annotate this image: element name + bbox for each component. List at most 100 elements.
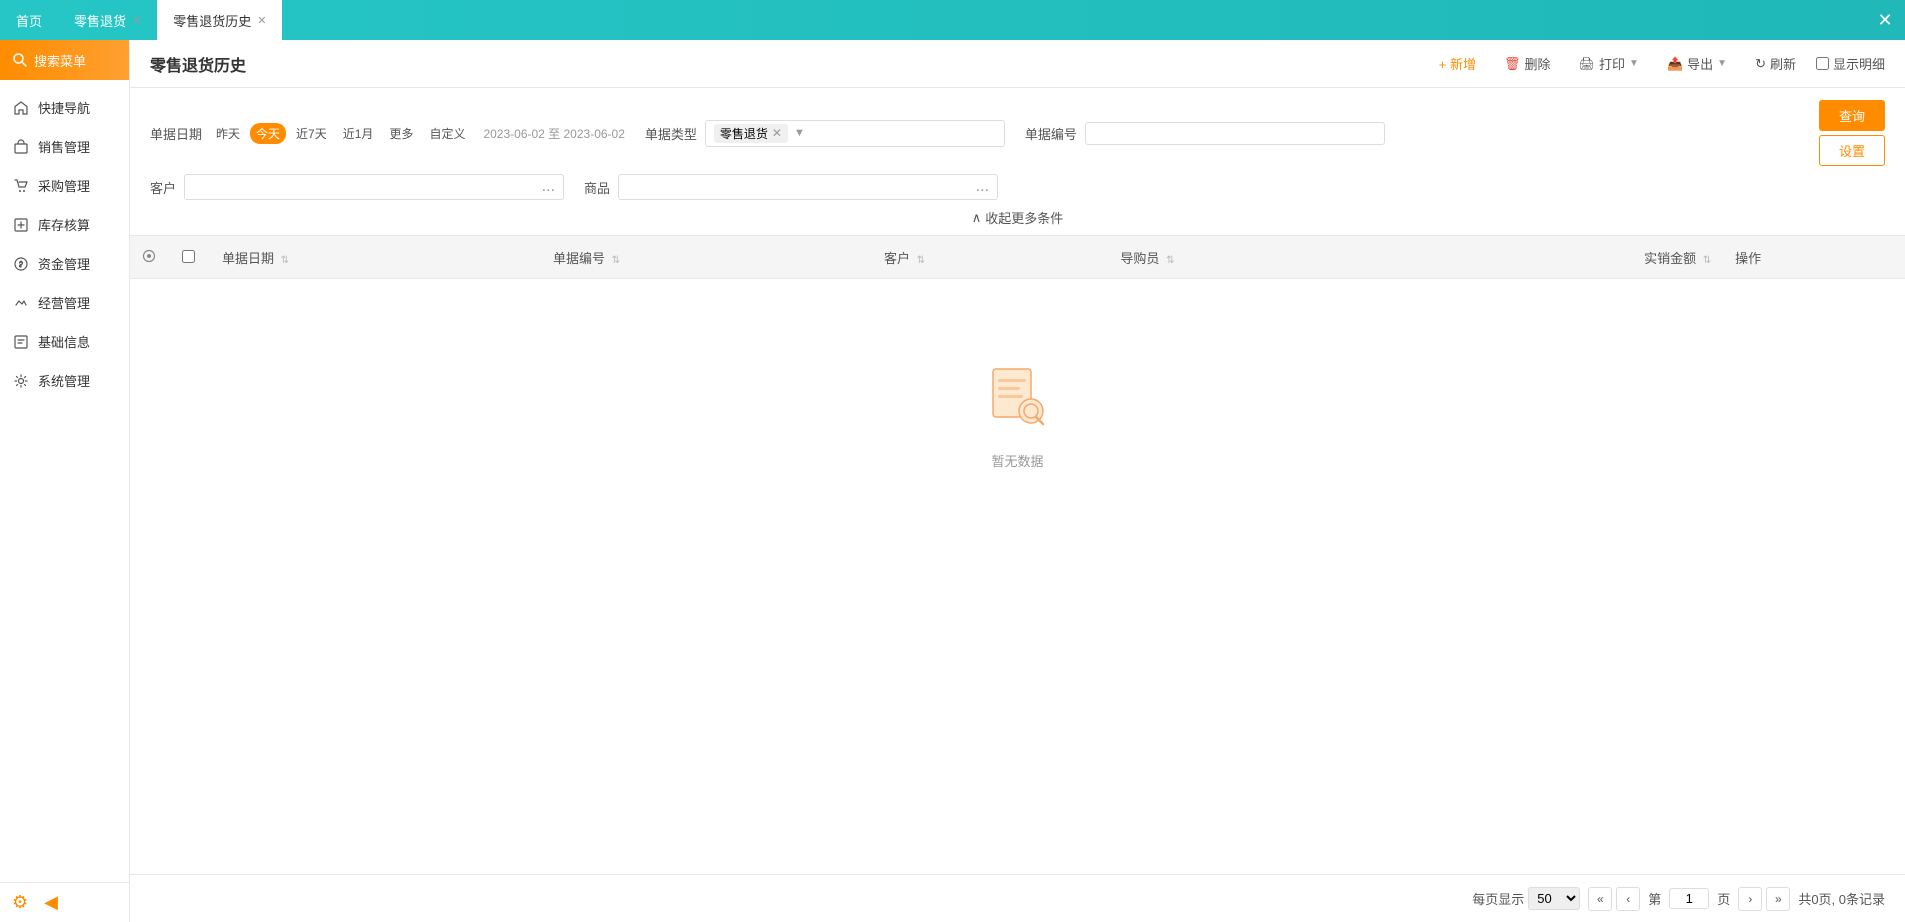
sidebar-item-quick-nav-label: 快捷导航: [38, 98, 90, 117]
tab-retail-return-history-close[interactable]: ✕: [257, 14, 266, 27]
sidebar-search[interactable]: 搜索菜单: [0, 40, 129, 80]
next-page-button[interactable]: ›: [1738, 887, 1762, 911]
empty-state: 暂无数据: [130, 279, 1905, 510]
sidebar: 搜索菜单 快捷导航 销售管理: [0, 40, 130, 922]
voucher-type-select[interactable]: 零售退货 ✕ ▼: [705, 120, 1005, 147]
tab-retail-return[interactable]: 零售退货 ✕: [58, 0, 157, 40]
total-info: 共0页, 0条记录: [1798, 889, 1885, 908]
prev-page-button[interactable]: ‹: [1616, 887, 1640, 911]
table-header-date[interactable]: 单据日期 ⇅: [210, 238, 541, 278]
date-shortcut-more[interactable]: 更多: [383, 123, 419, 144]
sidebar-item-purchase-mgmt[interactable]: 采购管理: [0, 166, 129, 205]
pagination: 每页显示 10 20 50 100 « ‹ 第 页 › » 共0页, 0条记录: [130, 874, 1905, 922]
goods-filter: 商品 ...: [584, 174, 998, 200]
customer-select[interactable]: ...: [184, 174, 564, 200]
col-guide-sort: ⇅: [1166, 255, 1174, 266]
refresh-button[interactable]: ↻ 刷新: [1747, 50, 1804, 77]
export-button-label: 导出: [1687, 54, 1713, 73]
sidebar-item-inventory[interactable]: 库存核算: [0, 205, 129, 244]
page-number-input[interactable]: [1669, 888, 1709, 909]
delete-icon: 🗑: [1504, 56, 1521, 72]
col-date-sort: ⇅: [281, 255, 289, 266]
customer-filter: 客户 ...: [150, 174, 564, 200]
query-button[interactable]: 查询: [1819, 100, 1885, 131]
purchase-icon: [12, 177, 30, 195]
table-header-customer[interactable]: 客户 ⇅: [872, 238, 1108, 278]
sidebar-item-finance[interactable]: 资金管理: [0, 244, 129, 283]
show-detail-checkbox-label[interactable]: 显示明细: [1816, 54, 1885, 73]
date-shortcut-today[interactable]: 今天: [250, 123, 286, 144]
voucher-type-select-arrow: ▼: [794, 127, 805, 139]
goods-dots-icon[interactable]: ...: [976, 178, 989, 196]
table-header-amount[interactable]: 实销金额 ⇅: [1392, 238, 1723, 278]
table-header-settings[interactable]: [130, 238, 170, 278]
filter-row-1: 单据日期 昨天 今天 近7天 近1月 更多 自定义 2023-06-02 至 2…: [150, 100, 1885, 166]
sidebar-item-operations[interactable]: 经营管理: [0, 283, 129, 322]
col-amount-sort: ⇅: [1703, 255, 1711, 266]
sidebar-item-sales-mgmt[interactable]: 销售管理: [0, 127, 129, 166]
date-shortcut-custom[interactable]: 自定义: [423, 123, 471, 144]
goods-select[interactable]: ...: [618, 174, 998, 200]
new-button[interactable]: + 新增: [1431, 50, 1484, 77]
sidebar-item-inventory-label: 库存核算: [38, 215, 90, 234]
finance-icon: [12, 255, 30, 273]
customer-dots-icon[interactable]: ...: [542, 178, 555, 196]
print-dropdown-icon: ▼: [1629, 58, 1639, 69]
select-all-checkbox[interactable]: [182, 250, 195, 263]
tab-home[interactable]: 首页: [0, 0, 58, 40]
export-button[interactable]: 📤 导出 ▼: [1659, 50, 1735, 77]
voucher-type-tag-close[interactable]: ✕: [772, 126, 782, 140]
show-detail-label: 显示明细: [1833, 54, 1885, 73]
settings-gear-icon[interactable]: ⚙: [12, 892, 28, 913]
delete-button[interactable]: 🗑 删除: [1496, 50, 1559, 77]
col-no-label: 单据编号: [553, 251, 605, 266]
volume-icon[interactable]: ◀: [44, 892, 58, 913]
page-label-before: 第: [1648, 889, 1661, 908]
col-customer-sort: ⇅: [917, 255, 925, 266]
home-icon: [12, 99, 30, 117]
table-header-no[interactable]: 单据编号 ⇅: [541, 238, 872, 278]
sidebar-item-finance-label: 资金管理: [38, 254, 90, 273]
sidebar-item-sales-mgmt-label: 销售管理: [38, 137, 90, 156]
last-page-button[interactable]: »: [1766, 887, 1790, 911]
tab-retail-return-close[interactable]: ✕: [132, 14, 141, 27]
voucher-type-tag: 零售退货 ✕: [714, 124, 788, 143]
page-title: 零售退货历史: [150, 52, 246, 76]
table-header-checkbox[interactable]: [170, 238, 210, 278]
export-icon: 📤: [1667, 56, 1683, 72]
col-date-label: 单据日期: [222, 251, 274, 266]
table-header-guide[interactable]: 导购员 ⇅: [1108, 238, 1392, 278]
col-no-sort: ⇅: [612, 255, 620, 266]
sidebar-search-label: 搜索菜单: [34, 51, 86, 70]
export-dropdown-icon: ▼: [1717, 58, 1727, 69]
top-bar: 首页 零售退货 ✕ 零售退货历史 ✕ ✕: [0, 0, 1905, 40]
col-guide-label: 导购员: [1120, 251, 1159, 266]
sidebar-bottom: ⚙ ◀: [0, 882, 129, 922]
tab-retail-return-label: 零售退货: [74, 11, 126, 30]
sidebar-item-system[interactable]: 系统管理: [0, 361, 129, 400]
date-shortcut-yesterday[interactable]: 昨天: [210, 123, 246, 144]
print-button[interactable]: 🖨 打印 ▼: [1571, 50, 1647, 77]
settings-button[interactable]: 设置: [1819, 135, 1885, 166]
date-shortcut-7days[interactable]: 近7天: [290, 123, 333, 144]
search-icon: [12, 52, 28, 68]
show-detail-checkbox[interactable]: [1816, 57, 1829, 70]
collapse-button[interactable]: ∧ 收起更多条件: [972, 208, 1064, 227]
first-page-button[interactable]: «: [1588, 887, 1612, 911]
system-icon: [12, 372, 30, 390]
sidebar-item-basic-info[interactable]: 基础信息: [0, 322, 129, 361]
collapse-label: 收起更多条件: [985, 208, 1063, 227]
main-layout: 搜索菜单 快捷导航 销售管理: [0, 40, 1905, 922]
voucher-no-input[interactable]: [1085, 122, 1385, 145]
page-size-dropdown[interactable]: 10 20 50 100: [1528, 887, 1580, 910]
empty-icon: [978, 359, 1058, 439]
tab-retail-return-history[interactable]: 零售退货历史 ✕: [157, 0, 282, 40]
print-button-label: 打印: [1599, 54, 1625, 73]
refresh-button-label: 刷新: [1770, 54, 1796, 73]
empty-text: 暂无数据: [991, 451, 1043, 470]
content-area: 零售退货历史 + 新增 🗑 删除 🖨 打印 ▼ 📤 导出 ▼: [130, 40, 1905, 922]
date-shortcut-1month[interactable]: 近1月: [337, 123, 380, 144]
window-close-button[interactable]: ✕: [1865, 0, 1905, 40]
sidebar-item-quick-nav[interactable]: 快捷导航: [0, 88, 129, 127]
sidebar-item-basic-info-label: 基础信息: [38, 332, 90, 351]
